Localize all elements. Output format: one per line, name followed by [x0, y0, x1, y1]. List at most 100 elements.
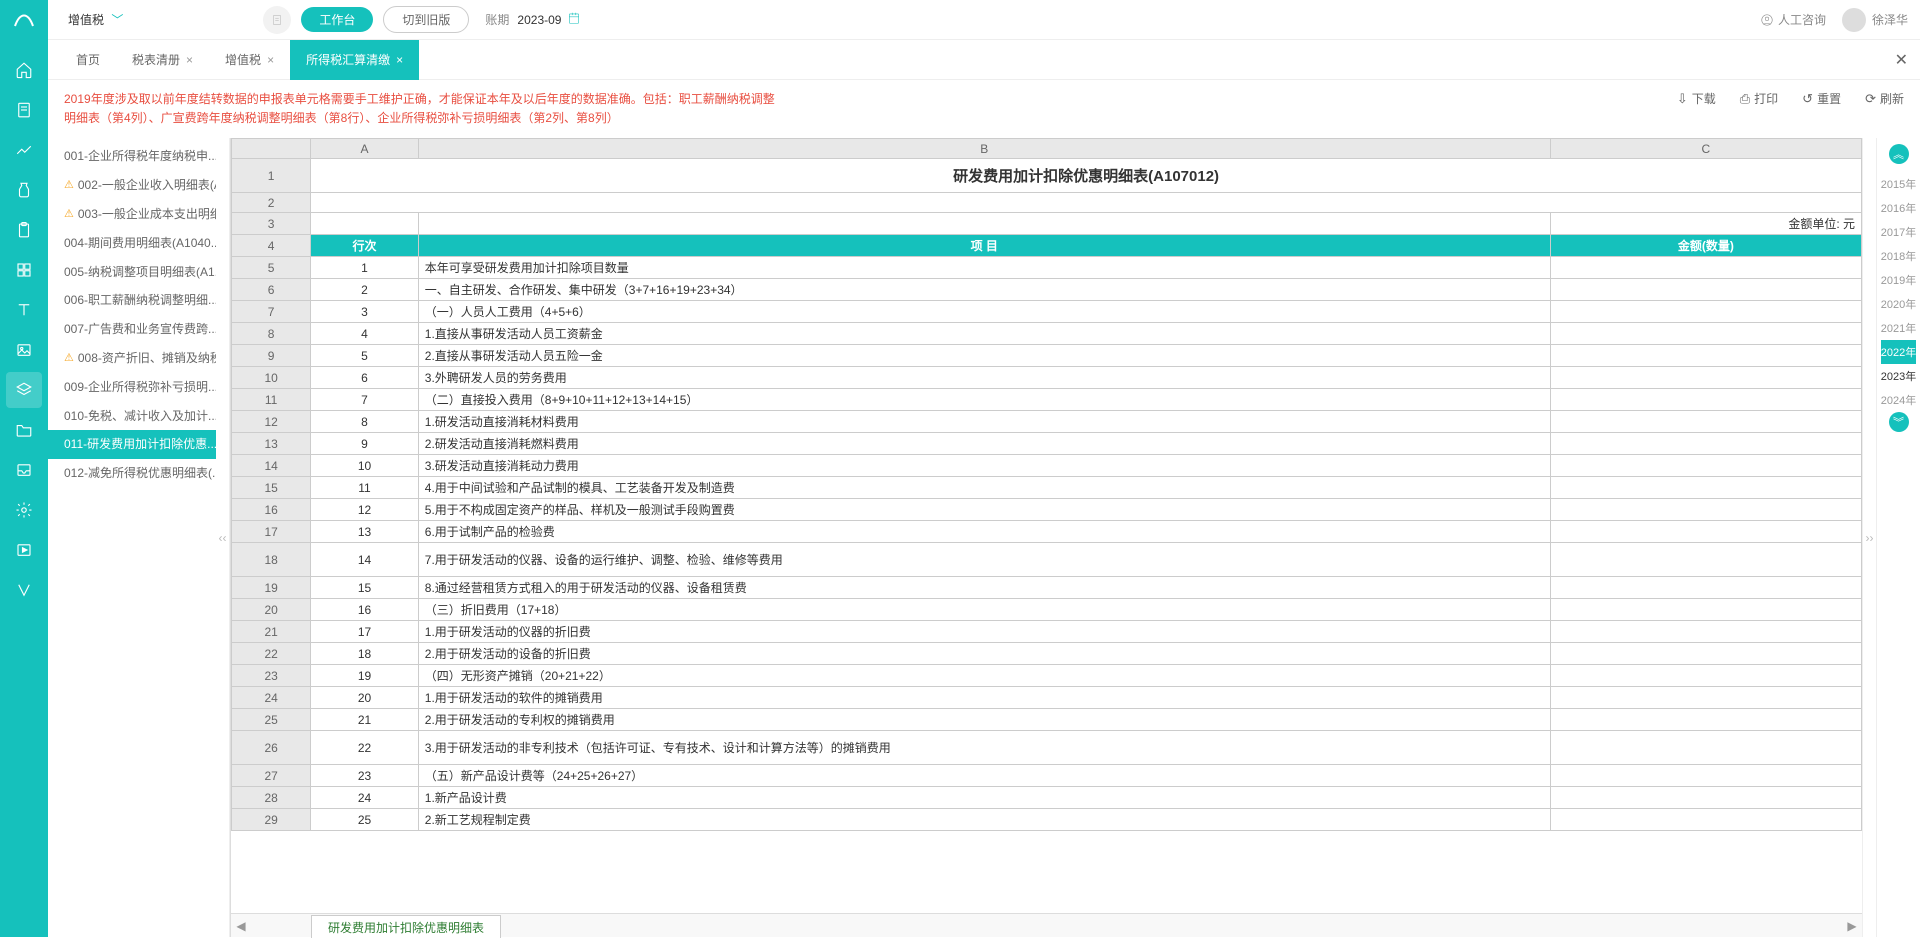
close-all-tabs-icon[interactable]: ✕	[1895, 50, 1908, 70]
amount-cell[interactable]	[1550, 687, 1861, 709]
item-cell[interactable]: （二）直接投入费用（8+9+10+11+12+13+14+15）	[418, 389, 1550, 411]
cell[interactable]	[311, 213, 419, 235]
amount-cell[interactable]	[1550, 345, 1861, 367]
year-option[interactable]: 2022年	[1881, 340, 1916, 364]
nav-clipboard-icon[interactable]	[6, 212, 42, 248]
item-cell[interactable]: 2.研发活动直接消耗燃料费用	[418, 433, 1550, 455]
row-header[interactable]: 3	[232, 213, 311, 235]
workbench-button[interactable]: 工作台	[301, 7, 373, 32]
sheet-tab[interactable]: 研发费用加计扣除优惠明细表	[311, 915, 501, 938]
col-header[interactable]: C	[1550, 139, 1861, 159]
year-option[interactable]: 2019年	[1881, 268, 1916, 292]
user-menu[interactable]: 徐泽华	[1842, 8, 1908, 32]
amount-cell[interactable]	[1550, 455, 1861, 477]
amount-cell[interactable]	[1550, 787, 1861, 809]
tree-item-0[interactable]: 001-企业所得税年度纳税申...	[48, 142, 216, 171]
nav-doc-icon[interactable]	[6, 92, 42, 128]
item-cell[interactable]: 3.研发活动直接消耗动力费用	[418, 455, 1550, 477]
round-doc-button[interactable]	[263, 6, 291, 34]
nav-text-icon[interactable]	[6, 292, 42, 328]
year-scroll-up-icon[interactable]: ︽	[1889, 144, 1909, 164]
tab-0[interactable]: 首页	[60, 40, 116, 80]
tree-item-9[interactable]: 010-免税、减计收入及加计...	[48, 402, 216, 431]
tree-item-6[interactable]: 007-广告费和业务宣传费跨...	[48, 315, 216, 344]
tab-1[interactable]: 税表清册×	[116, 40, 209, 80]
item-cell[interactable]: 1.直接从事研发活动人员工资薪金	[418, 323, 1550, 345]
item-cell[interactable]: 1.新产品设计费	[418, 787, 1550, 809]
row-header[interactable]: 20	[232, 599, 311, 621]
tree-item-8[interactable]: 009-企业所得税弥补亏损明...	[48, 373, 216, 402]
item-cell[interactable]: （三）折旧费用（17+18）	[418, 599, 1550, 621]
nav-play-icon[interactable]	[6, 532, 42, 568]
refresh-button[interactable]: ⟳刷新	[1865, 90, 1904, 107]
item-cell[interactable]: 3.用于研发活动的非专利技术（包括许可证、专有技术、设计和计算方法等）的摊销费用	[418, 731, 1550, 765]
amount-cell[interactable]	[1550, 643, 1861, 665]
item-cell[interactable]: （四）无形资产摊销（20+21+22）	[418, 665, 1550, 687]
row-header[interactable]: 26	[232, 731, 311, 765]
year-option[interactable]: 2021年	[1881, 316, 1916, 340]
nav-home-icon[interactable]	[6, 52, 42, 88]
item-cell[interactable]: 1.用于研发活动的仪器的折旧费	[418, 621, 1550, 643]
close-icon[interactable]: ×	[267, 53, 274, 67]
item-cell[interactable]: 4.用于中间试验和产品试制的模具、工艺装备开发及制造费	[418, 477, 1550, 499]
amount-cell[interactable]	[1550, 521, 1861, 543]
amount-cell[interactable]	[1550, 389, 1861, 411]
amount-cell[interactable]	[1550, 499, 1861, 521]
year-option[interactable]: 2018年	[1881, 244, 1916, 268]
tree-item-11[interactable]: 012-减免所得税优惠明细表(...	[48, 459, 216, 488]
download-button[interactable]: ⇩下载	[1677, 90, 1716, 107]
amount-cell[interactable]	[1550, 765, 1861, 787]
item-cell[interactable]: 1.研发活动直接消耗材料费用	[418, 411, 1550, 433]
row-header[interactable]: 13	[232, 433, 311, 455]
tree-item-7[interactable]: ⚠008-资产折旧、摊销及纳税...	[48, 344, 216, 373]
item-cell[interactable]: 2.直接从事研发活动人员五险一金	[418, 345, 1550, 367]
row-header[interactable]: 19	[232, 577, 311, 599]
row-header[interactable]: 5	[232, 257, 311, 279]
row-header[interactable]: 2	[232, 193, 311, 213]
cell[interactable]	[418, 213, 1550, 235]
item-cell[interactable]: 8.通过经营租赁方式租入的用于研发活动的仪器、设备租赁费	[418, 577, 1550, 599]
nav-inbox-icon[interactable]	[6, 452, 42, 488]
row-header[interactable]: 23	[232, 665, 311, 687]
row-header[interactable]: 27	[232, 765, 311, 787]
nav-folder-icon[interactable]	[6, 412, 42, 448]
expand-right-handle[interactable]: ››	[1862, 138, 1876, 937]
item-cell[interactable]: 2.用于研发活动的专利权的摊销费用	[418, 709, 1550, 731]
tax-type-dropdown[interactable]: 增值税 ﹀	[68, 11, 123, 28]
reset-button[interactable]: ↺重置	[1802, 90, 1841, 107]
item-cell[interactable]: 一、自主研发、合作研发、集中研发（3+7+16+19+23+34）	[418, 279, 1550, 301]
row-header[interactable]: 15	[232, 477, 311, 499]
amount-cell[interactable]	[1550, 433, 1861, 455]
col-header[interactable]: B	[418, 139, 1550, 159]
tree-item-3[interactable]: 004-期间费用明细表(A1040...	[48, 229, 216, 258]
row-header[interactable]: 28	[232, 787, 311, 809]
switch-old-button[interactable]: 切到旧版	[383, 6, 469, 33]
item-cell[interactable]: （一）人员人工费用（4+5+6）	[418, 301, 1550, 323]
amount-cell[interactable]	[1550, 367, 1861, 389]
row-header[interactable]: 22	[232, 643, 311, 665]
amount-cell[interactable]	[1550, 577, 1861, 599]
nav-chart-icon[interactable]	[6, 132, 42, 168]
row-header[interactable]: 12	[232, 411, 311, 433]
row-header[interactable]: 24	[232, 687, 311, 709]
amount-cell[interactable]	[1550, 543, 1861, 577]
nav-v-icon[interactable]	[6, 572, 42, 608]
amount-cell[interactable]	[1550, 665, 1861, 687]
row-header[interactable]: 8	[232, 323, 311, 345]
nav-image-icon[interactable]	[6, 332, 42, 368]
amount-cell[interactable]	[1550, 301, 1861, 323]
year-scroll-down-icon[interactable]: ︾	[1889, 412, 1909, 432]
item-cell[interactable]: 1.用于研发活动的软件的摊销费用	[418, 687, 1550, 709]
item-cell[interactable]: 3.外聘研发人员的劳务费用	[418, 367, 1550, 389]
amount-cell[interactable]	[1550, 709, 1861, 731]
row-header[interactable]: 11	[232, 389, 311, 411]
year-option[interactable]: 2016年	[1881, 196, 1916, 220]
item-cell[interactable]: 5.用于不构成固定资产的样品、样机及一般测试手段购置费	[418, 499, 1550, 521]
year-option[interactable]: 2017年	[1881, 220, 1916, 244]
nav-stack-icon[interactable]	[6, 372, 42, 408]
col-header[interactable]	[232, 139, 311, 159]
tree-item-4[interactable]: 005-纳税调整项目明细表(A1...	[48, 258, 216, 287]
amount-cell[interactable]	[1550, 257, 1861, 279]
amount-cell[interactable]	[1550, 731, 1861, 765]
item-cell[interactable]: 6.用于试制产品的检验费	[418, 521, 1550, 543]
